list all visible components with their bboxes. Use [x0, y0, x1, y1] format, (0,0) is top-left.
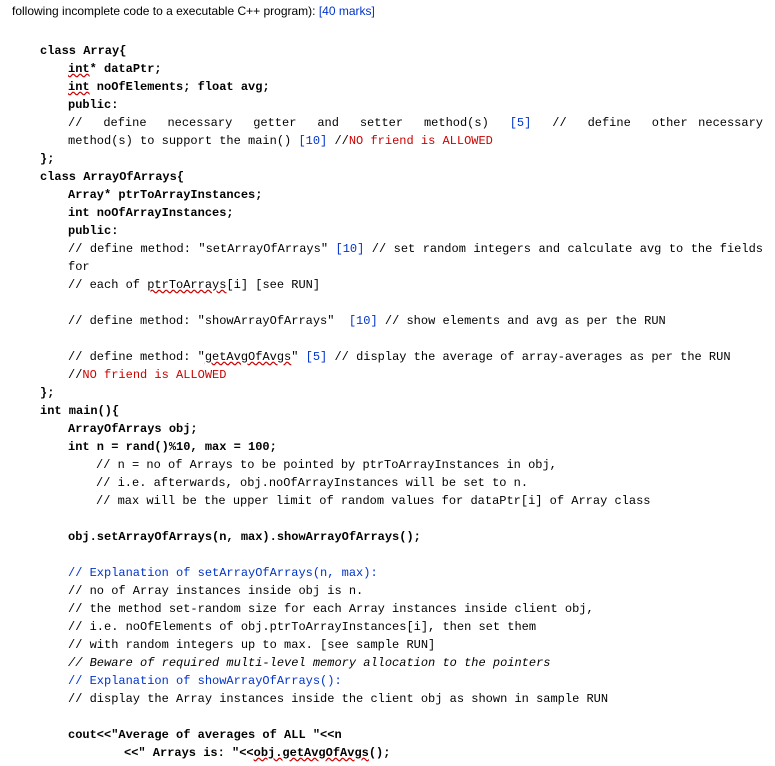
code-line: // n = no of Arrays to be pointed by ptr…: [96, 456, 763, 474]
intro-line: following incomplete code to a executabl…: [12, 4, 763, 18]
code-line: // define method: "showArrayOfArrays" [1…: [68, 312, 763, 330]
code-line: obj.setArrayOfArrays(n, max).showArrayOf…: [68, 528, 763, 546]
intro-text: following incomplete code to a executabl…: [12, 4, 319, 18]
code-line: };: [40, 152, 54, 166]
code-line: // with random integers up to max. [see …: [68, 636, 763, 654]
code-line: // i.e. afterwards, obj.noOfArrayInstanc…: [96, 474, 763, 492]
code-line: ArrayOfArrays obj;: [68, 420, 763, 438]
code-line: int* dataPtr;: [68, 60, 763, 78]
code-line: class Array{: [40, 44, 126, 58]
code-line: <<" Arrays is: "<<obj.getAvgOfAvgs();: [124, 744, 763, 762]
code-line: // the method set-random size for each A…: [68, 600, 763, 618]
code-line: int noOfArrayInstances;: [68, 204, 763, 222]
code-line: public:: [68, 96, 763, 114]
code-line: cout<<"Average of averages of ALL "<<n: [68, 726, 763, 744]
code-line: // Explanation of showArrayOfArrays():: [68, 672, 763, 690]
code-line: public:: [68, 222, 763, 240]
code-line: // display the Array instances inside th…: [68, 690, 763, 708]
code-line: // no of Array instances inside obj is n…: [68, 582, 763, 600]
code-line: class ArrayOfArrays{: [40, 170, 184, 184]
code-line: int n = rand()%10, max = 100;: [68, 438, 763, 456]
code-line: //NO friend is ALLOWED: [68, 366, 763, 384]
code-line: // define method: "getAvgOfAvgs" [5] // …: [68, 348, 763, 366]
code-line: // define necessary getter and setter me…: [68, 114, 763, 150]
code-line: Array* ptrToArrayInstances;: [68, 186, 763, 204]
code-line: int main(){: [40, 404, 119, 418]
code-line: // define method: "setArrayOfArrays" [10…: [68, 240, 763, 276]
code-line: };: [40, 386, 54, 400]
code-block: class Array{ int* dataPtr;int noOfElemen…: [40, 24, 763, 762]
code-line: // each of ptrToArrays[i] [see RUN]: [68, 276, 763, 294]
intro-marks: [40 marks]: [319, 4, 375, 18]
code-line: // Beware of required multi-level memory…: [68, 654, 763, 672]
code-line: // max will be the upper limit of random…: [96, 492, 763, 510]
code-line: int noOfElements; float avg;: [68, 78, 763, 96]
code-line: // i.e. noOfElements of obj.ptrToArrayIn…: [68, 618, 763, 636]
code-line: // Explanation of setArrayOfArrays(n, ma…: [68, 564, 763, 582]
